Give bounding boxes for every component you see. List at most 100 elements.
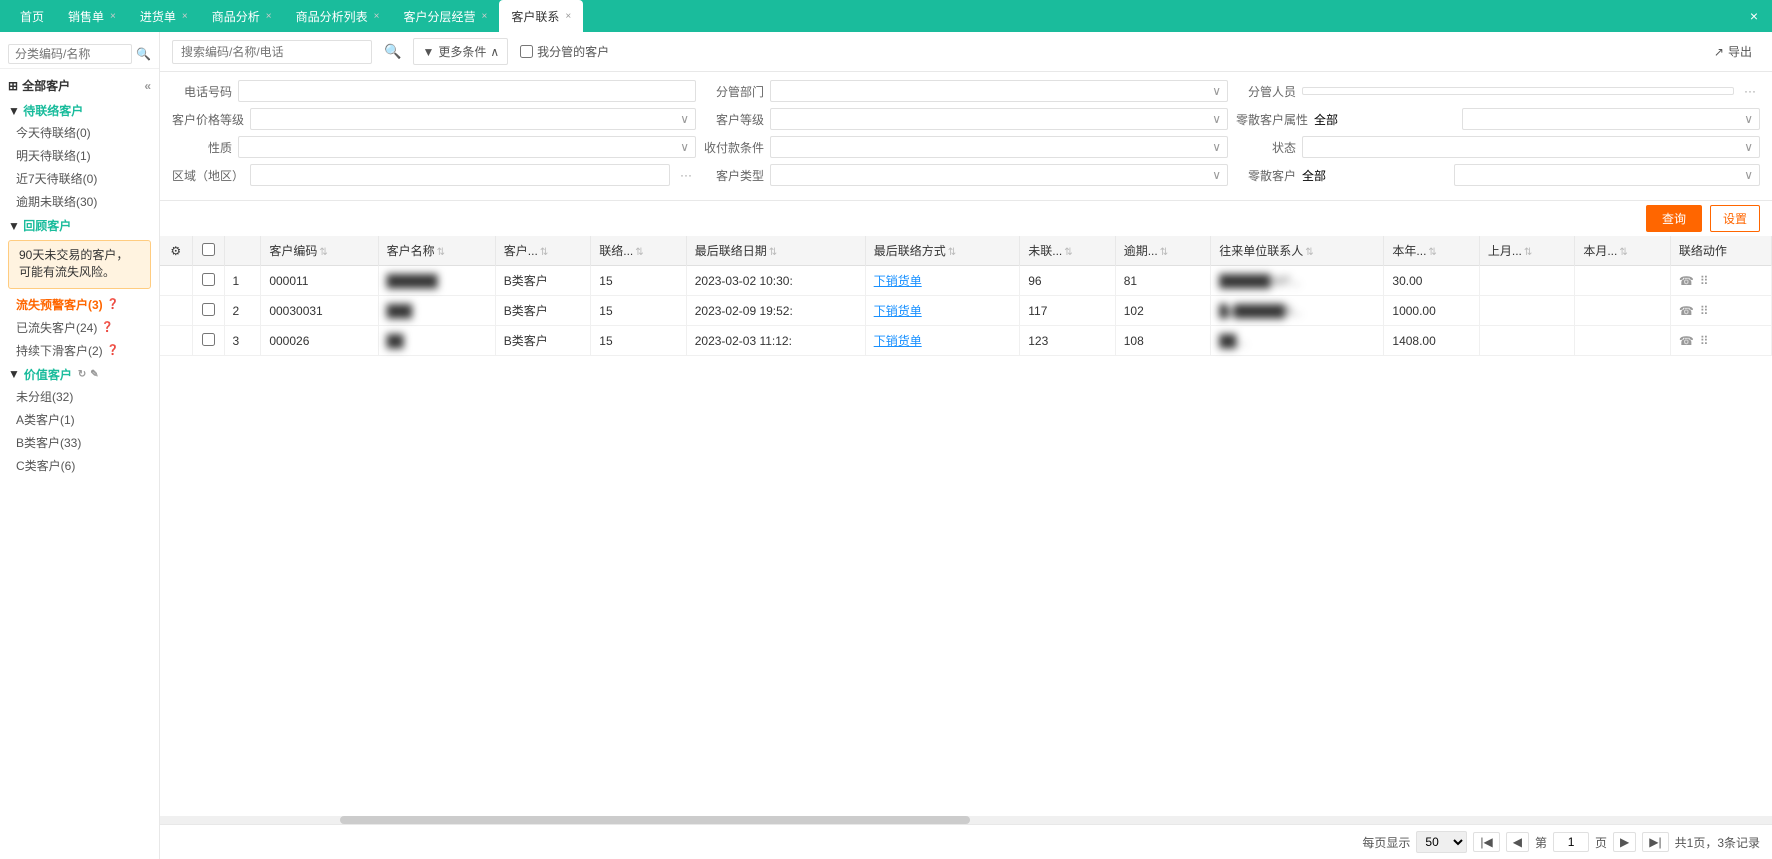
phone-input[interactable]	[238, 80, 696, 102]
cell-check[interactable]	[192, 296, 224, 326]
filter-person: 分管人员 ···	[1236, 83, 1760, 100]
zero-attr-select[interactable]: ∨	[1462, 108, 1760, 130]
th-name[interactable]: 客户名称⇅	[378, 236, 495, 266]
collapse-icon[interactable]: «	[144, 79, 151, 93]
sidebar-item-class-c[interactable]: C类客户(6)	[0, 454, 159, 477]
th-type[interactable]: 客户...⇅	[495, 236, 590, 266]
export-btn[interactable]: ↗ 导出	[1706, 39, 1760, 64]
tab-customer-layer[interactable]: 客户分层经营 ×	[391, 0, 499, 32]
more-icon[interactable]: ⠿	[1700, 334, 1709, 348]
sidebar-search-input[interactable]	[8, 44, 132, 64]
tab-customer-contact[interactable]: 客户联系 ×	[499, 0, 583, 32]
th-unit-contact[interactable]: 往来单位联系人⇅	[1211, 236, 1384, 266]
dept-select[interactable]: ∨	[770, 80, 1228, 102]
my-customers-checkbox-label[interactable]: 我分管的客户	[520, 43, 609, 60]
contact-icon[interactable]: ☎	[1679, 304, 1694, 318]
tab-close-sales[interactable]: ×	[110, 11, 116, 22]
zero-customer-select[interactable]: ∨	[1454, 164, 1760, 186]
tab-sales[interactable]: 销售单 ×	[56, 0, 128, 32]
all-customers-title[interactable]: ⊞ 全部客户 «	[0, 73, 159, 98]
per-page-select[interactable]: 50 100	[1416, 831, 1467, 853]
edit-icon[interactable]: ✎	[90, 369, 98, 380]
payment-select[interactable]: ∨	[770, 136, 1228, 158]
contact-icon[interactable]: ☎	[1679, 274, 1694, 288]
refresh-icon[interactable]: ↻	[78, 369, 86, 380]
contact-icon[interactable]: ☎	[1679, 334, 1694, 348]
sidebar-item-churned[interactable]: 已流失客户(24) ❓	[0, 316, 159, 339]
cell-action[interactable]: ☎ ⠿	[1670, 266, 1771, 296]
person-more-icon[interactable]: ···	[1740, 84, 1760, 98]
scrollbar-thumb[interactable]	[340, 816, 970, 824]
sidebar-item-class-a[interactable]: A类客户(1)	[0, 408, 159, 431]
price-level-select[interactable]: ∨	[250, 108, 696, 130]
search-input[interactable]	[172, 40, 372, 64]
th-last-month[interactable]: 上月...⇅	[1479, 236, 1574, 266]
tab-close-analysis[interactable]: ×	[266, 11, 272, 22]
row-checkbox-0[interactable]	[202, 273, 215, 286]
group-value-customers[interactable]: ▼ 价值客户 ↻ ✎	[0, 362, 159, 385]
group-review-customers[interactable]: ▼ 回顾客户	[0, 213, 159, 236]
tab-analysis[interactable]: 商品分析 ×	[200, 0, 284, 32]
cell-last-way[interactable]: 下销货单	[865, 296, 1020, 326]
th-last-way[interactable]: 最后联络方式⇅	[865, 236, 1020, 266]
horizontal-scrollbar[interactable]	[160, 816, 1772, 824]
tab-analysis-list[interactable]: 商品分析列表 ×	[284, 0, 392, 32]
status-select[interactable]: ∨	[1302, 136, 1760, 158]
region-more-icon[interactable]: ···	[676, 168, 696, 182]
cell-check[interactable]	[192, 326, 224, 356]
row-checkbox-2[interactable]	[202, 333, 215, 346]
th-check[interactable]	[192, 236, 224, 266]
sidebar-item-class-b[interactable]: B类客户(33)	[0, 431, 159, 454]
select-all-checkbox[interactable]	[202, 243, 215, 256]
th-code[interactable]: 客户编码⇅	[261, 236, 378, 266]
tab-home[interactable]: 首页	[8, 0, 56, 32]
cell-action[interactable]: ☎ ⠿	[1670, 296, 1771, 326]
cell-action[interactable]: ☎ ⠿	[1670, 326, 1771, 356]
customer-type-select[interactable]: ∨	[770, 164, 1228, 186]
first-page-btn[interactable]: |◀	[1473, 832, 1499, 852]
sidebar-item-overdue-contact[interactable]: 逾期未联络(30)	[0, 190, 159, 213]
tab-close-customer-contact[interactable]: ×	[565, 11, 571, 22]
last-page-btn[interactable]: ▶|	[1642, 832, 1668, 852]
th-setting[interactable]: ⚙	[160, 236, 192, 266]
cell-check[interactable]	[192, 266, 224, 296]
group-pending-contact[interactable]: ▼ 待联络客户	[0, 98, 159, 121]
my-customers-checkbox[interactable]	[520, 45, 533, 58]
th-this-month[interactable]: 本月...⇅	[1575, 236, 1670, 266]
level-select[interactable]: ∨	[770, 108, 1228, 130]
sidebar-item-declining[interactable]: 持续下滑客户(2) ❓	[0, 339, 159, 362]
sidebar-search-icon[interactable]: 🔍	[136, 47, 151, 61]
status-arrow: ∨	[1744, 140, 1753, 154]
tab-purchase[interactable]: 进货单 ×	[128, 0, 200, 32]
window-close-btn[interactable]: ×	[1744, 6, 1764, 26]
th-overdue[interactable]: 逾期...⇅	[1115, 236, 1210, 266]
th-this-year[interactable]: 本年...⇅	[1384, 236, 1479, 266]
region-input[interactable]	[250, 164, 670, 186]
setting-button[interactable]: 设置	[1710, 205, 1760, 232]
nature-select[interactable]: ∨	[238, 136, 696, 158]
th-last-date[interactable]: 最后联络日期⇅	[686, 236, 865, 266]
more-conditions-btn[interactable]: ▼ 更多条件 ∧	[413, 38, 508, 65]
th-contact[interactable]: 联络...⇅	[591, 236, 686, 266]
next-page-btn[interactable]: ▶	[1613, 832, 1636, 852]
sidebar-item-week-contact[interactable]: 近7天待联络(0)	[0, 167, 159, 190]
sidebar-item-today-contact[interactable]: 今天待联络(0)	[0, 121, 159, 144]
tab-close-analysis-list[interactable]: ×	[374, 11, 380, 22]
page-number-input[interactable]	[1553, 832, 1589, 852]
sidebar-item-tomorrow-contact[interactable]: 明天待联络(1)	[0, 144, 159, 167]
cell-last-way[interactable]: 下销货单	[865, 326, 1020, 356]
more-icon[interactable]: ⠿	[1700, 304, 1709, 318]
search-icon[interactable]: 🔍	[384, 43, 401, 60]
row-checkbox-1[interactable]	[202, 303, 215, 316]
tab-close-customer-layer[interactable]: ×	[481, 11, 487, 22]
sidebar-item-churn-warning[interactable]: 流失预警客户(3) ❓	[0, 293, 159, 316]
more-icon[interactable]: ⠿	[1700, 274, 1709, 288]
tab-close-purchase[interactable]: ×	[182, 11, 188, 22]
th-uncontacted[interactable]: 未联...⇅	[1020, 236, 1115, 266]
sidebar-item-ungrouped[interactable]: 未分组(32)	[0, 385, 159, 408]
prev-page-btn[interactable]: ◀	[1506, 832, 1529, 852]
cell-last-date: 2023-02-03 11:12:	[686, 326, 865, 356]
person-select[interactable]	[1302, 87, 1734, 95]
query-button[interactable]: 查询	[1646, 205, 1702, 232]
cell-last-way[interactable]: 下销货单	[865, 266, 1020, 296]
